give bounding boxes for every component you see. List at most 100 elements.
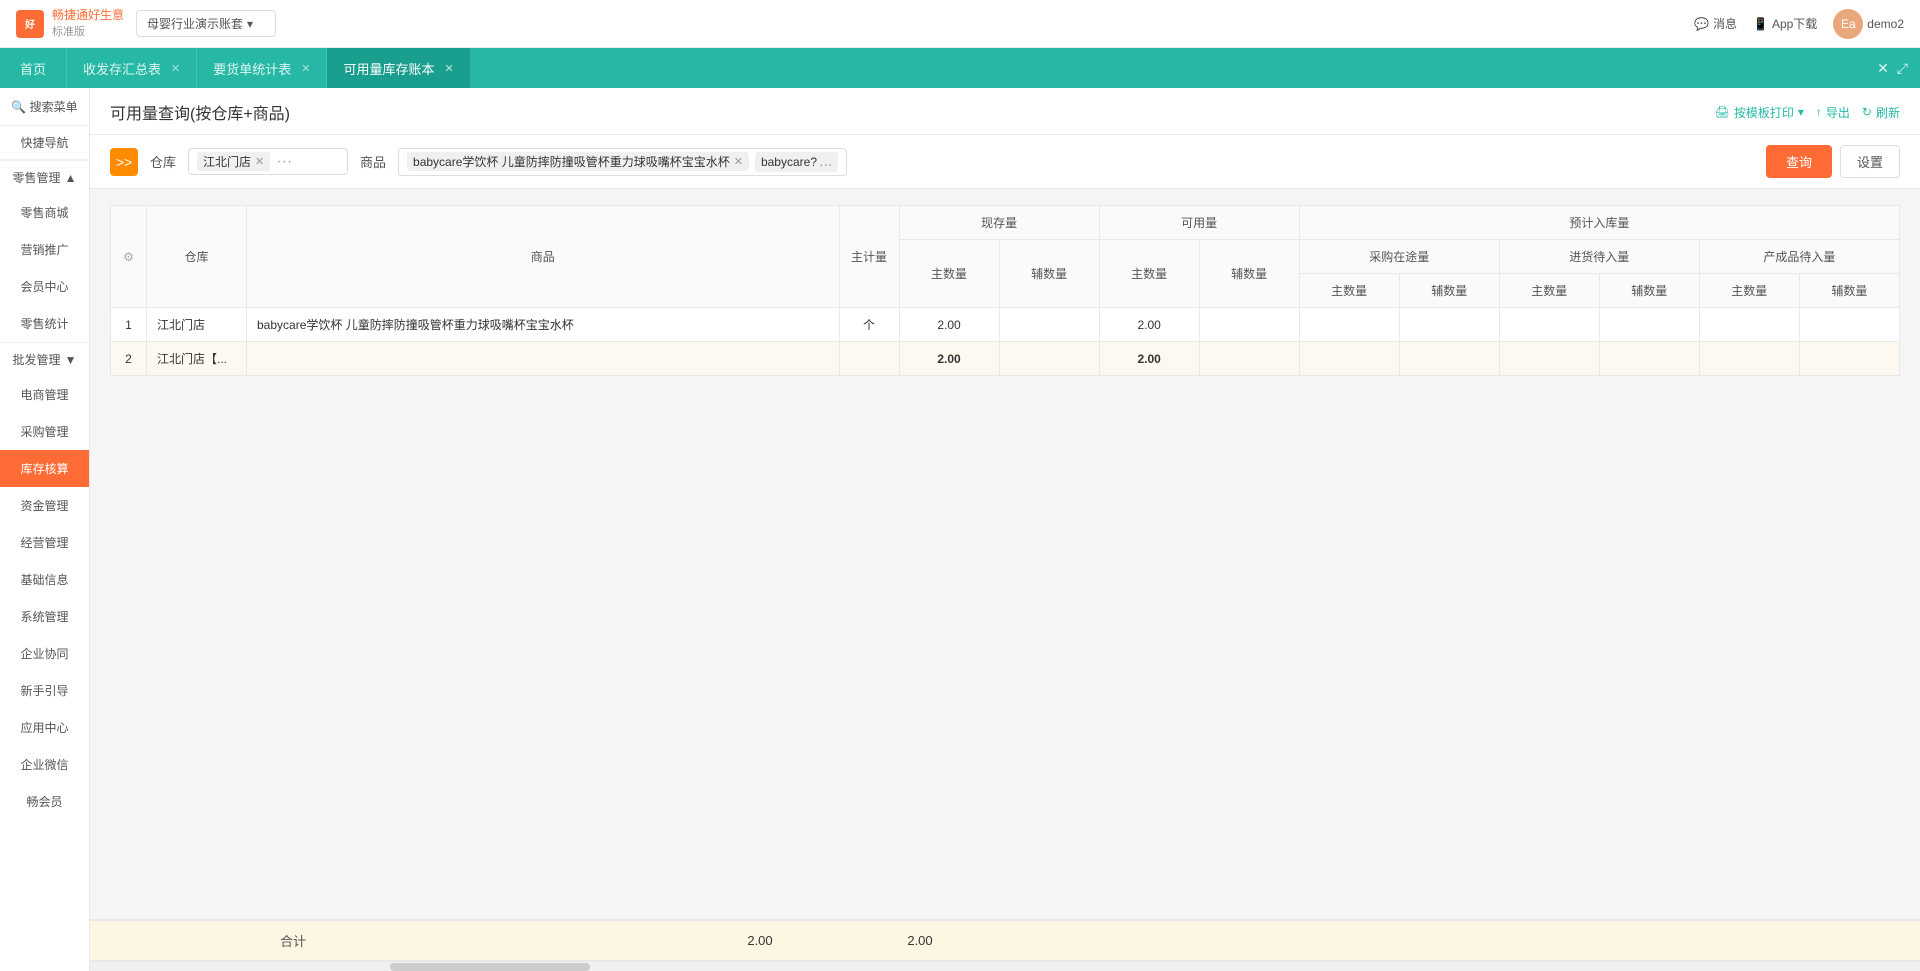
tab-receivesend-close[interactable]: ✕ [171, 62, 180, 75]
product-tag-1-text: babycare学饮杯 儿童防摔防撞吸管杯重力球吸嘴杯宝宝水杯 [413, 153, 730, 170]
sidebar-item-ecommerce[interactable]: 电商管理 [0, 376, 89, 413]
warehouse-filter-input[interactable]: 江北门店 ✕ ··· [188, 148, 348, 175]
sidebar-item-appcenter[interactable]: 应用中心 [0, 709, 89, 746]
brand-logo: 好 [16, 10, 44, 38]
tab-receivesend-label: 收发存汇总表 [83, 59, 161, 78]
refresh-btn[interactable]: ↻ 刷新 [1862, 104, 1900, 121]
export-icon: ↑ [1816, 105, 1822, 119]
sidebar-item-enterprise[interactable]: 企业协同 [0, 635, 89, 672]
product-tag-1-close[interactable]: ✕ [734, 155, 743, 168]
filter-more-icon[interactable]: ··· [276, 153, 292, 171]
sidebar-item-purchase[interactable]: 采购管理 [0, 413, 89, 450]
content-area: 可用量查询(按仓库+商品) 🖨 按模板打印 ▾ ↑ 导出 ↻ 刷新 [90, 88, 1920, 971]
sidebar-item-member[interactable]: 会员中心 [0, 268, 89, 305]
row2-incoming-main [1499, 342, 1599, 376]
row1-warehouse: 江北门店 [147, 308, 247, 342]
scroll-thumb[interactable] [390, 963, 590, 971]
sidebar-quicknav-label: 快捷导航 [20, 136, 68, 150]
sidebar-item-newguide[interactable]: 新手引导 [0, 672, 89, 709]
print-chevron-icon: ▾ [1798, 105, 1804, 119]
top-bar: 好 畅捷通好生意 标准版 母婴行业演示账套 ▾ 💬 消息 📱 App下载 Ea … [0, 0, 1920, 48]
tab-availablestock-close[interactable]: ✕ [445, 62, 454, 75]
sidebar-item-system[interactable]: 系统管理 [0, 598, 89, 635]
sidebar-search[interactable]: 🔍 搜索菜单 [0, 88, 89, 126]
sidebar-item-marketing[interactable]: 营销推广 [0, 231, 89, 268]
tab-home[interactable]: 首页 [0, 48, 67, 88]
tab-receivesend[interactable]: 收发存汇总表 ✕ [67, 48, 197, 88]
filter-toggle-icon: >> [116, 154, 132, 170]
app-icon: 📱 [1753, 17, 1768, 31]
sidebar-item-member-label: 会员中心 [8, 278, 81, 295]
warehouse-tag-text: 江北门店 [203, 153, 251, 170]
print-template-btn[interactable]: 🖨 按模板打印 ▾ [1715, 104, 1804, 121]
sidebar-item-retail-label: 零售管理 [13, 169, 61, 186]
sidebar: 🔍 搜索菜单 快捷导航 零售管理 ▲ 零售商城 营销推广 会员中心 零售统计 [0, 88, 90, 971]
col-incoming-main-header: 主数量 [1499, 274, 1599, 308]
product-tag-1: babycare学饮杯 儿童防摔防撞吸管杯重力球吸嘴杯宝宝水杯 ✕ [407, 152, 749, 171]
chevron-down-icon: ▼ [65, 353, 77, 367]
row2-seq: 2 [111, 342, 147, 376]
sidebar-section: 零售管理 ▲ 零售商城 营销推广 会员中心 零售统计 批发管理 ▼ 电商管理 [0, 160, 89, 820]
data-table: ⚙ 仓库 商品 主计量 现存量 可用量 预计入库量 主数量 辅数量 主数量 [110, 205, 1900, 376]
sidebar-item-member2[interactable]: 畅会员 [0, 783, 89, 820]
tab-orderstats[interactable]: 要货单统计表 ✕ [197, 48, 327, 88]
tab-bar: 首页 收发存汇总表 ✕ 要货单统计表 ✕ 可用量库存账本 ✕ ✕ ⤢ [0, 48, 1920, 88]
query-btn[interactable]: 查询 [1766, 145, 1832, 178]
col-currentstock-header: 现存量 [899, 206, 1099, 240]
row1-stock-aux [999, 308, 1099, 342]
print-template-label: 按模板打印 [1734, 104, 1794, 121]
chevron-up-icon: ▲ [65, 171, 77, 185]
sidebar-item-finance[interactable]: 资金管理 [0, 487, 89, 524]
row2-purchase-aux [1399, 342, 1499, 376]
top-bar-right: 💬 消息 📱 App下载 Ea demo2 [1694, 9, 1904, 39]
row1-incoming-aux [1599, 308, 1699, 342]
tab-orderstats-close[interactable]: ✕ [301, 62, 310, 75]
message-action[interactable]: 💬 消息 [1694, 15, 1737, 32]
settings-btn[interactable]: 设置 [1840, 145, 1900, 178]
sidebar-item-member2-label: 畅会员 [8, 793, 81, 810]
sidebar-item-corpwechat-label: 企业微信 [8, 756, 81, 773]
filter-toggle-btn[interactable]: >> [110, 148, 138, 176]
page-title-row: 可用量查询(按仓库+商品) 🖨 按模板打印 ▾ ↑ 导出 ↻ 刷新 [110, 100, 1900, 134]
product-filter-input[interactable]: babycare学饮杯 儿童防摔防撞吸管杯重力球吸嘴杯宝宝水杯 ✕ babyca… [398, 148, 847, 176]
app-download-action[interactable]: 📱 App下载 [1753, 15, 1817, 32]
sidebar-item-operations[interactable]: 经营管理 [0, 524, 89, 561]
page-header: 可用量查询(按仓库+商品) 🖨 按模板打印 ▾ ↑ 导出 ↻ 刷新 [90, 88, 1920, 135]
table-scroll-bar[interactable] [90, 961, 1920, 971]
tab-close-all-icon[interactable]: ✕ [1877, 60, 1889, 77]
tab-availablestock-label: 可用量库存账本 [343, 59, 434, 78]
print-icon: 🖨 [1715, 105, 1730, 119]
filter-actions: 查询 设置 [1766, 145, 1900, 178]
settings-icon[interactable]: ⚙ [123, 250, 134, 264]
sidebar-item-retail-stats[interactable]: 零售统计 [0, 305, 89, 342]
template-selector[interactable]: 母婴行业演示账套 ▾ [136, 10, 276, 37]
template-selector-label: 母婴行业演示账套 [147, 15, 243, 32]
sidebar-item-appcenter-label: 应用中心 [8, 719, 81, 736]
sidebar-item-inventory[interactable]: 库存核算 [0, 450, 89, 487]
export-btn[interactable]: ↑ 导出 [1816, 104, 1850, 121]
tab-expand-icon[interactable]: ⤢ [1897, 60, 1908, 77]
tab-availablestock[interactable]: 可用量库存账本 ✕ [327, 48, 470, 88]
tab-bar-controls: ✕ ⤢ [1865, 48, 1920, 88]
sidebar-item-inventory-label: 库存核算 [8, 460, 81, 477]
sidebar-quicknav[interactable]: 快捷导航 [0, 126, 89, 160]
sidebar-item-basic[interactable]: 基础信息 [0, 561, 89, 598]
brand-text: 畅捷通好生意 标准版 [52, 8, 124, 40]
sidebar-item-wholesale[interactable]: 批发管理 ▼ [0, 342, 89, 376]
message-label: 消息 [1713, 15, 1737, 32]
product-tag-2: babycare? ... [755, 152, 838, 172]
row2-produced-aux [1799, 342, 1899, 376]
page-title: 可用量查询(按仓库+商品) [110, 100, 290, 124]
sidebar-item-corpwechat[interactable]: 企业微信 [0, 746, 89, 783]
tab-home-label: 首页 [20, 59, 46, 78]
product-tag-2-dots: ... [819, 153, 832, 171]
sidebar-item-retail[interactable]: 零售管理 ▲ [0, 160, 89, 194]
warehouse-tag-close[interactable]: ✕ [255, 155, 264, 168]
col-settings-header[interactable]: ⚙ [111, 206, 147, 308]
sidebar-item-retail-mall[interactable]: 零售商城 [0, 194, 89, 231]
filter-row: >> 仓库 江北门店 ✕ ··· 商品 babycare学饮杯 儿童防摔防撞吸管… [90, 135, 1920, 189]
sidebar-item-system-label: 系统管理 [8, 608, 81, 625]
user-action[interactable]: Ea demo2 [1833, 9, 1904, 39]
row2-avail-aux [1199, 342, 1299, 376]
col-incoming-header: 进货待入量 [1499, 240, 1699, 274]
